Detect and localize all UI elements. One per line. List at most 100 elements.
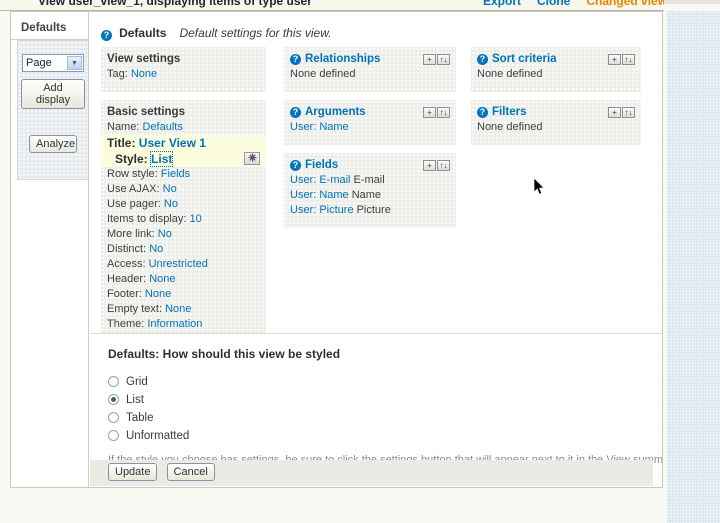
relationships-section: ? Relationships +↑↓ None defined	[284, 47, 456, 92]
form-title: Defaults: How should this view be styled	[108, 347, 662, 361]
style-option[interactable]: Grid	[108, 373, 662, 391]
display-type-select[interactable]: Page ▼	[22, 54, 84, 72]
relationships-title-link[interactable]: Relationships	[305, 52, 380, 67]
gear-icon[interactable]	[244, 152, 260, 165]
column-basic: View settings Tag: None Basic settings N…	[101, 47, 266, 350]
display-type-value: Page	[26, 57, 52, 69]
sort-criteria-title-link[interactable]: Sort criteria	[492, 52, 557, 67]
titlebar-link[interactable]: Changed view	[586, 0, 664, 8]
setting-label: Use AJAX:	[107, 183, 160, 195]
help-icon[interactable]: ?	[290, 107, 301, 118]
style-options: GridListTableUnformatted	[108, 373, 662, 445]
add-icon-button[interactable]: +	[423, 160, 436, 171]
radio-icon[interactable]	[108, 412, 119, 423]
help-icon[interactable]: ?	[101, 30, 112, 41]
style-option[interactable]: List	[108, 391, 662, 409]
view-title-bar: View user_view_1, displaying items of ty…	[0, 0, 664, 11]
view-settings-title: View settings	[107, 52, 260, 67]
style-option[interactable]: Unformatted	[108, 427, 662, 445]
setting-value-link[interactable]: No	[149, 243, 163, 255]
add-icon-button[interactable]: +	[608, 107, 621, 118]
field-item: User: PicturePicture	[290, 203, 450, 218]
setting-value-link[interactable]: No	[164, 198, 178, 210]
radio-icon[interactable]	[108, 394, 119, 405]
setting-value-link[interactable]: Information	[147, 318, 202, 330]
rearrange-icon-button[interactable]: ↑↓	[437, 107, 450, 118]
setting-value-link[interactable]: Fields	[161, 168, 190, 180]
help-icon[interactable]: ?	[290, 160, 301, 171]
setting-row: Title: User View 1	[101, 135, 266, 151]
relationships-empty: None defined	[290, 67, 450, 82]
setting-label: Name:	[107, 121, 139, 133]
radio-icon[interactable]	[108, 376, 119, 387]
rearrange-icon-button[interactable]: ↑↓	[437, 160, 450, 171]
setting-value-link[interactable]: Unrestricted	[149, 258, 208, 270]
add-icon-button[interactable]: +	[423, 54, 436, 65]
field-link[interactable]: User: E-mail	[290, 174, 351, 186]
field-item: User: NameName	[290, 188, 450, 203]
sort-criteria-section: ? Sort criteria +↑↓ None defined	[471, 47, 641, 92]
filters-title-link[interactable]: Filters	[492, 105, 527, 120]
setting-value-link[interactable]: No	[163, 183, 177, 195]
fields-title-link[interactable]: Fields	[305, 158, 338, 173]
argument-link[interactable]: User: Name	[290, 121, 349, 133]
style-option[interactable]: Table	[108, 409, 662, 427]
overview-subtitle: Default settings for this view.	[179, 26, 331, 40]
setting-label: Distinct:	[107, 243, 146, 255]
title-bar-links: Export Clone Changed view	[483, 0, 664, 8]
setting-row: Name: Defaults	[107, 120, 260, 135]
update-button[interactable]: Update	[108, 463, 157, 481]
setting-value-link[interactable]: List	[151, 152, 172, 166]
setting-value-link[interactable]: None	[149, 273, 175, 285]
column-sort-filter: ? Sort criteria +↑↓ None defined ? Filte…	[471, 47, 641, 153]
setting-row: Footer: None	[107, 287, 260, 302]
titlebar-link[interactable]: Clone	[537, 0, 570, 8]
setting-label: Header:	[107, 273, 146, 285]
rearrange-icon-button[interactable]: ↑↓	[622, 107, 635, 118]
setting-value-link[interactable]: User View 1	[139, 136, 206, 150]
rearrange-icon-button[interactable]: ↑↓	[437, 54, 450, 65]
add-display-button[interactable]: Add display	[21, 79, 85, 109]
cancel-button[interactable]: Cancel	[167, 463, 215, 481]
overview-title: Defaults	[119, 26, 166, 40]
display-overview: ? Defaults Default settings for this vie…	[90, 12, 662, 487]
setting-label: Theme:	[107, 318, 144, 330]
setting-value-link[interactable]: None	[145, 288, 171, 300]
help-icon[interactable]: ?	[290, 54, 301, 65]
sort-criteria-empty: None defined	[477, 67, 635, 82]
setting-label: Access:	[107, 258, 146, 270]
help-icon[interactable]: ?	[477, 54, 488, 65]
add-display-box: Page ▼ Add display Analyze	[17, 40, 88, 180]
arguments-title-link[interactable]: Arguments	[305, 105, 366, 120]
setting-label: Use pager:	[107, 198, 161, 210]
setting-value-link[interactable]: None	[131, 68, 157, 80]
help-icon[interactable]: ?	[477, 107, 488, 118]
field-label: Name	[352, 189, 381, 201]
analyze-button[interactable]: Analyze	[29, 135, 77, 153]
setting-value-link[interactable]: None	[165, 303, 191, 315]
rearrange-icon-button[interactable]: ↑↓	[622, 54, 635, 65]
arguments-header: ? Arguments +↑↓	[290, 105, 450, 120]
view-title: View user_view_1, displaying items of ty…	[38, 0, 312, 8]
sort-criteria-header: ? Sort criteria +↑↓	[477, 52, 635, 67]
setting-row: Use AJAX: No	[107, 182, 260, 197]
overview-columns: View settings Tag: None Basic settings N…	[90, 47, 662, 350]
tab-defaults[interactable]: Defaults	[11, 12, 88, 40]
add-icon-button[interactable]: +	[423, 107, 436, 118]
radio-icon[interactable]	[108, 430, 119, 441]
add-icon-button[interactable]: +	[608, 54, 621, 65]
setting-row: Items to display: 10	[107, 212, 260, 227]
field-link[interactable]: User: Name	[290, 189, 349, 201]
field-item: User: E-mailE-mail	[290, 173, 450, 188]
field-label: E-mail	[354, 174, 385, 186]
view-settings-section: View settings Tag: None	[101, 47, 266, 92]
setting-row: Tag: None	[107, 67, 260, 82]
setting-row: Distinct: No	[107, 242, 260, 257]
setting-value-link[interactable]: 10	[190, 213, 202, 225]
filters-empty: None defined	[477, 120, 635, 135]
setting-value-link[interactable]: Defaults	[142, 121, 182, 133]
setting-value-link[interactable]: No	[158, 228, 172, 240]
setting-label: Items to display:	[107, 213, 186, 225]
field-link[interactable]: User: Picture	[290, 204, 354, 216]
titlebar-link[interactable]: Export	[483, 0, 521, 8]
